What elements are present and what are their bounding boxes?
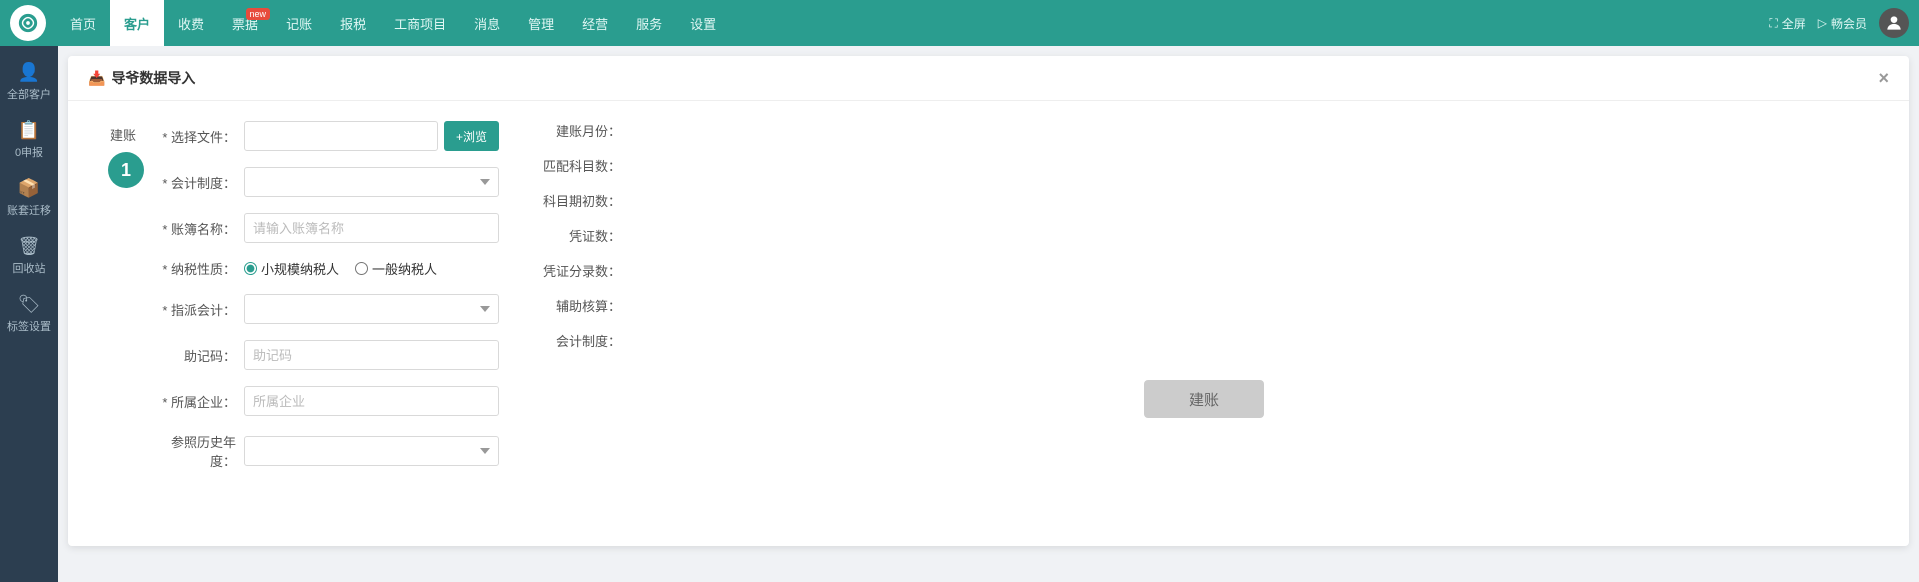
sidebar: 👤 全部客户 📋 0申报 📦 账套迁移 🗑 回收站 🏷 标签设置 xyxy=(0,46,58,582)
nav-item-messages[interactable]: 消息 xyxy=(460,0,514,46)
close-button[interactable]: × xyxy=(1878,69,1889,87)
trash-icon: 🗑 xyxy=(18,236,41,257)
main-content: 📥 导爷数据导入 × 建账 1 xyxy=(58,46,1919,582)
step-label: 建账 xyxy=(110,125,136,144)
file-label: * 选择文件： xyxy=(154,127,244,146)
nav-menu: 首页 客户 收费 票据 new 记账 报税 工商项目 消息 管理 经营 服务 设… xyxy=(56,0,1769,46)
file-row: * 选择文件： +浏览 xyxy=(154,121,499,151)
sidebar-item-tags[interactable]: 🏷 标签设置 xyxy=(0,286,58,342)
tags-icon: 🏷 xyxy=(18,294,41,315)
new-badge: new xyxy=(246,8,271,20)
memo-code-row: 助记码： xyxy=(154,340,499,370)
sidebar-item-trash[interactable]: 🗑 回收站 xyxy=(0,228,58,284)
assign-accountant-select[interactable] xyxy=(244,294,499,324)
browse-button[interactable]: +浏览 xyxy=(444,121,499,151)
nav-item-tickets[interactable]: 票据 new xyxy=(218,0,272,46)
history-year-label: 参照历史年度： xyxy=(154,432,244,470)
right-form-panel: 建账月份： 匹配科目数： 科目期初数： 凭证数： xyxy=(539,121,1869,486)
sidebar-item-all-clients[interactable]: 👤 全部客户 xyxy=(0,54,58,110)
sidebar-item-migration[interactable]: 📦 账套迁移 xyxy=(0,170,58,226)
radio-small-scale-input[interactable] xyxy=(244,262,257,275)
dialog-title-area: 📥 导爷数据导入 xyxy=(88,68,195,88)
navbar: 首页 客户 收费 票据 new 记账 报税 工商项目 消息 管理 经营 服务 设… xyxy=(0,0,1919,46)
file-input-group: +浏览 xyxy=(244,121,499,151)
vip-btn[interactable]: ▷ 畅会员 xyxy=(1818,15,1867,32)
navbar-right: ⛶ 全屏 ▷ 畅会员 xyxy=(1769,8,1909,38)
radio-general[interactable]: 一般纳税人 xyxy=(355,259,437,278)
ledger-name-input[interactable] xyxy=(244,213,499,243)
create-btn-row: 建账 xyxy=(539,370,1869,418)
nav-item-business[interactable]: 工商项目 xyxy=(380,0,460,46)
dialog-header: 📥 导爷数据导入 × xyxy=(68,56,1909,101)
nav-item-operations[interactable]: 经营 xyxy=(568,0,622,46)
assign-accountant-row: * 指派会计： xyxy=(154,294,499,324)
nav-item-settings[interactable]: 设置 xyxy=(676,0,730,46)
match-subjects-row: 匹配科目数： xyxy=(539,156,1869,175)
all-clients-icon: 👤 xyxy=(18,62,40,83)
dialog-title: 导爷数据导入 xyxy=(111,68,195,88)
history-year-select[interactable] xyxy=(244,436,499,466)
nav-item-manage[interactable]: 管理 xyxy=(514,0,568,46)
accounting-system-label: * 会计制度： xyxy=(154,173,244,192)
nav-item-home[interactable]: 首页 xyxy=(56,0,110,46)
aux-accounting-label: 辅助核算： xyxy=(539,296,629,315)
vip-icon: ▷ xyxy=(1818,16,1827,30)
step-circle: 1 xyxy=(108,152,144,188)
voucher-entries-label: 凭证分录数： xyxy=(539,261,629,280)
voucher-count-label: 凭证数： xyxy=(539,226,629,245)
initial-balance-row: 科目期初数： xyxy=(539,191,1869,210)
match-subjects-label: 匹配科目数： xyxy=(539,156,629,175)
fullscreen-icon: ⛶ xyxy=(1769,16,1777,31)
declarations-icon: 📋 xyxy=(18,120,40,141)
voucher-count-row: 凭证数： xyxy=(539,226,1869,245)
nav-item-clients[interactable]: 客户 xyxy=(110,0,164,46)
sidebar-item-declarations[interactable]: 📋 0申报 xyxy=(0,112,58,168)
month-row: 建账月份： xyxy=(539,121,1869,140)
month-label: 建账月份： xyxy=(539,121,629,140)
ledger-name-row: * 账簿名称： xyxy=(154,213,499,243)
radio-general-input[interactable] xyxy=(355,262,368,275)
company-input[interactable] xyxy=(244,386,499,416)
nav-item-fees[interactable]: 收费 xyxy=(164,0,218,46)
accounting-system-row: * 会计制度： 小企业会计准则 企业会计准则 行政单位会计制度 xyxy=(154,167,499,197)
avatar[interactable] xyxy=(1879,8,1909,38)
file-input[interactable] xyxy=(244,121,438,151)
dialog-card: 📥 导爷数据导入 × 建账 1 xyxy=(68,56,1909,546)
history-year-row: 参照历史年度： xyxy=(154,432,499,470)
layout: 👤 全部客户 📋 0申报 📦 账套迁移 🗑 回收站 🏷 标签设置 📥 导 xyxy=(0,46,1919,582)
fullscreen-btn[interactable]: ⛶ 全屏 xyxy=(1769,15,1805,32)
memo-code-input[interactable] xyxy=(244,340,499,370)
logo[interactable] xyxy=(10,5,46,41)
ledger-name-label: * 账簿名称： xyxy=(154,219,244,238)
accounting-system-select[interactable]: 小企业会计准则 企业会计准则 行政单位会计制度 xyxy=(244,167,499,197)
tax-type-radio-group: 小规模纳税人 一般纳税人 xyxy=(244,259,499,278)
nav-item-tax[interactable]: 报税 xyxy=(326,0,380,46)
tax-type-label: * 纳税性质： xyxy=(154,259,244,278)
company-label: * 所属企业： xyxy=(154,392,244,411)
memo-code-label: 助记码： xyxy=(154,346,244,365)
aux-accounting-row: 辅助核算： xyxy=(539,296,1869,315)
right-accounting-system-row: 会计制度： xyxy=(539,331,1869,350)
initial-balance-label: 科目期初数： xyxy=(539,191,629,210)
tax-type-row: * 纳税性质： 小规模纳税人 一般纳税人 xyxy=(154,259,499,278)
dialog-title-icon: 📥 xyxy=(88,70,105,87)
left-form-panel: * 选择文件： +浏览 * 会计制度： 小企业会计准则 xyxy=(154,121,499,486)
nav-item-bookkeeping[interactable]: 记账 xyxy=(272,0,326,46)
company-row: * 所属企业： xyxy=(154,386,499,416)
migration-icon: 📦 xyxy=(18,178,40,199)
nav-item-services[interactable]: 服务 xyxy=(622,0,676,46)
form-area: 建账 1 * 选择文件： +浏览 xyxy=(68,101,1909,506)
radio-small-scale[interactable]: 小规模纳税人 xyxy=(244,259,339,278)
assign-accountant-label: * 指派会计： xyxy=(154,300,244,319)
right-accounting-system-label: 会计制度： xyxy=(539,331,629,350)
voucher-entries-row: 凭证分录数： xyxy=(539,261,1869,280)
create-account-button[interactable]: 建账 xyxy=(1144,380,1264,418)
